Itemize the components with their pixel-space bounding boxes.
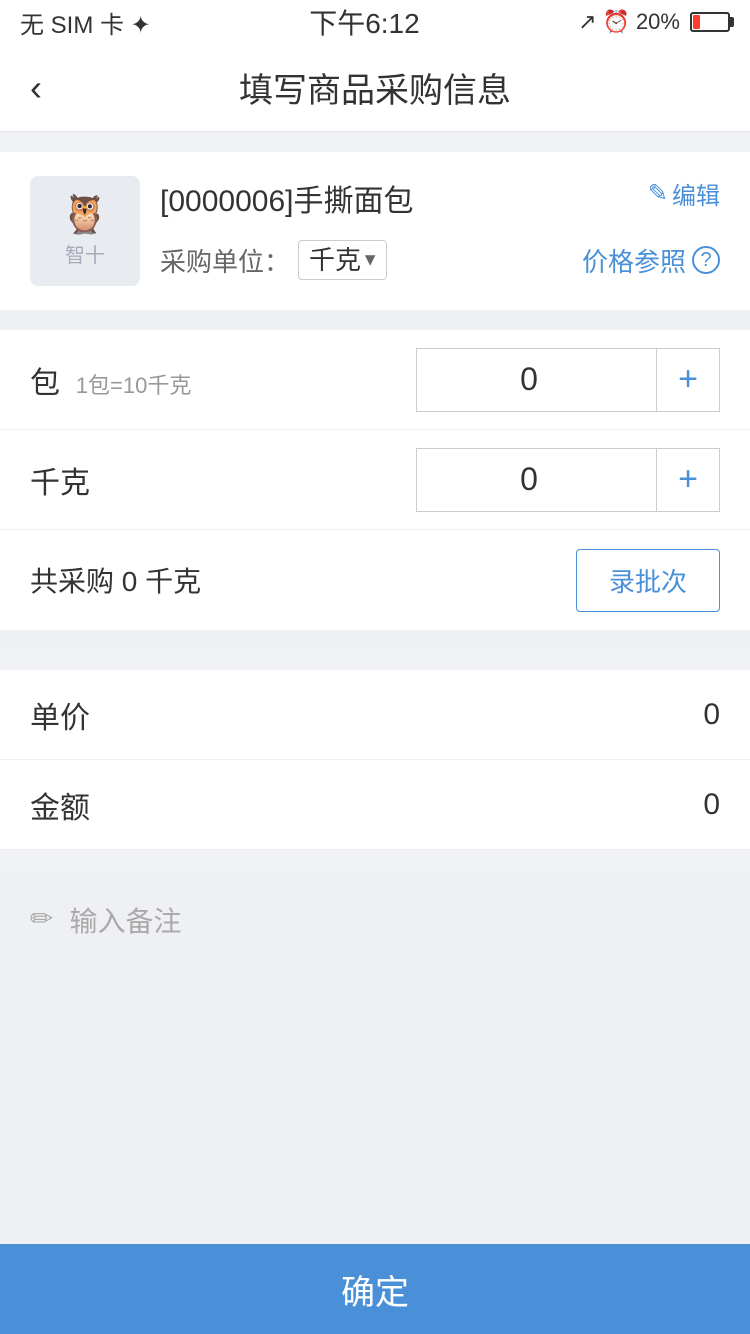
help-icon[interactable]: ? xyxy=(692,246,720,274)
bag-label-group: 包 1包=10千克 xyxy=(30,358,191,402)
edit-button[interactable]: ✎ 编辑 xyxy=(648,176,720,211)
status-left: 无 SIM 卡 ✦ xyxy=(20,5,151,40)
confirm-button[interactable]: 确定 xyxy=(0,1244,750,1334)
alarm-icon: ⏰ xyxy=(603,9,630,35)
unit-price-label: 单价 xyxy=(30,693,90,737)
total-row: 共采购 0 千克 录批次 xyxy=(0,530,750,630)
unit-label: 采购单位： xyxy=(160,242,290,279)
product-image: 🦉 智十 xyxy=(30,176,140,286)
bag-quantity-input[interactable] xyxy=(416,348,656,412)
kg-input-row: 千克 + xyxy=(0,430,750,530)
amount-value: 0 xyxy=(703,788,720,822)
product-name: [0000006]手撕面包 xyxy=(160,176,413,220)
status-time: 下午6:12 xyxy=(309,2,420,42)
unit-select[interactable]: 千克 包 xyxy=(298,240,387,280)
brand-text: 智十 xyxy=(65,245,105,267)
location-icon: ↗ xyxy=(578,9,596,35)
product-info: [0000006]手撕面包 ✎ 编辑 采购单位： 千克 包 价格参照 ? xyxy=(160,176,720,280)
bag-label: 包 xyxy=(30,367,60,400)
sim-status: 无 SIM 卡 ✦ xyxy=(20,5,151,40)
notes-placeholder: 输入备注 xyxy=(69,900,181,940)
total-label: 共采购 0 千克 xyxy=(30,560,201,600)
input-section: 包 1包=10千克 + 千克 + xyxy=(0,330,750,530)
unit-price-row: 单价 0 xyxy=(0,670,750,760)
bag-input-right: + xyxy=(416,348,720,412)
section-divider-1 xyxy=(0,310,750,330)
kg-input-right: + xyxy=(416,448,720,512)
amount-row: 金额 0 xyxy=(0,760,750,850)
kg-quantity-input[interactable] xyxy=(416,448,656,512)
pencil-icon: ✏ xyxy=(30,902,53,935)
kg-label: 千克 xyxy=(30,458,90,502)
bag-input-row: 包 1包=10千克 + xyxy=(0,330,750,430)
back-button[interactable]: ‹ xyxy=(30,67,42,109)
nav-bar: ‹ 填写商品采购信息 xyxy=(0,44,750,132)
unit-select-wrapper[interactable]: 千克 包 xyxy=(298,240,387,280)
status-bar: 无 SIM 卡 ✦ 下午6:12 ↗ ⏰ 20% xyxy=(0,0,750,44)
price-ref-label: 价格参照 xyxy=(582,242,686,279)
notes-section[interactable]: ✏ 输入备注 xyxy=(0,870,750,990)
battery-icon xyxy=(690,12,730,32)
edit-icon: ✎ xyxy=(648,179,668,208)
price-section: 单价 0 金额 0 xyxy=(0,670,750,850)
kg-plus-button[interactable]: + xyxy=(656,448,720,512)
status-right: ↗ ⏰ 20% xyxy=(578,9,730,35)
section-divider-2 xyxy=(0,630,750,650)
bag-hint: 1包=10千克 xyxy=(76,373,192,398)
brand-logo: 🦉 xyxy=(61,193,108,237)
page-title: 填写商品采购信息 xyxy=(239,63,511,112)
amount-label: 金额 xyxy=(30,783,90,827)
record-batch-button[interactable]: 录批次 xyxy=(576,549,720,612)
bag-plus-button[interactable]: + xyxy=(656,348,720,412)
price-reference-button[interactable]: 价格参照 ? xyxy=(582,242,720,279)
unit-row-left: 采购单位： 千克 包 xyxy=(160,240,387,280)
unit-price-value: 0 xyxy=(703,698,720,732)
battery-percent: 20% xyxy=(636,9,680,35)
product-card: 🦉 智十 [0000006]手撕面包 ✎ 编辑 采购单位： 千克 包 xyxy=(0,152,750,310)
